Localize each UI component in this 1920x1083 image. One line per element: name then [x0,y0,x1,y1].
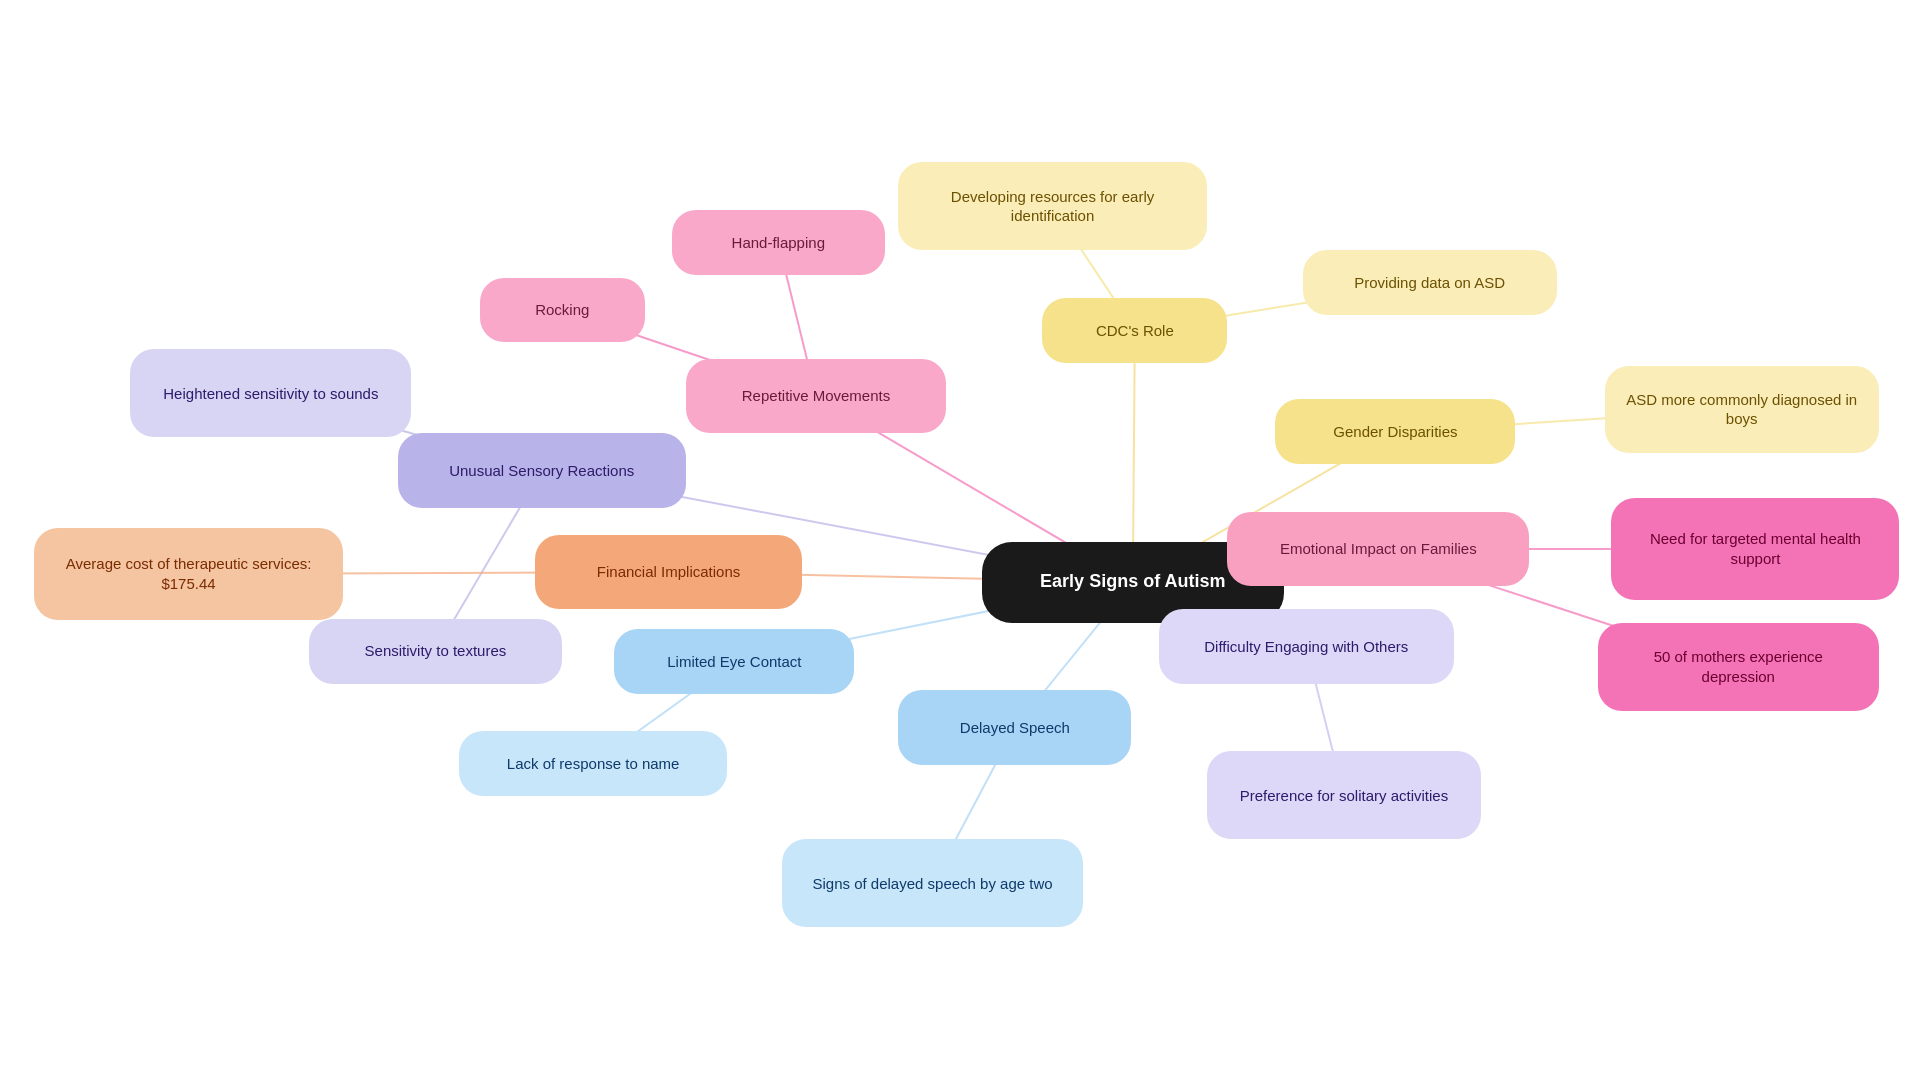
node-avg-cost: Average cost of therapeutic services: $1… [34,528,343,620]
node-providing-data: Providing data on ASD [1303,250,1557,315]
node-limited-eye: Limited Eye Contact [614,629,854,694]
node-sensitivity-sounds: Heightened sensitivity to sounds [130,349,411,437]
node-need-mental: Need for targeted mental health support [1611,498,1899,600]
node-repetitive: Repetitive Movements [686,359,947,433]
node-rocking: Rocking [480,278,645,343]
node-preference-solitary: Preference for solitary activities [1207,751,1481,839]
node-delayed-speech: Delayed Speech [898,690,1131,764]
mind-map: Early Signs of AutismRepetitive Movement… [0,0,1920,1083]
node-signs-delayed: Signs of delayed speech by age two [782,839,1084,927]
node-sensitivity-textures: Sensitivity to textures [309,619,563,684]
node-unusual-sensory: Unusual Sensory Reactions [398,433,686,507]
node-difficulty-engaging: Difficulty Engaging with Others [1159,609,1454,683]
node-asd-boys: ASD more commonly diagnosed in boys [1605,366,1879,454]
node-financial: Financial Implications [535,535,802,609]
node-gender-disparities: Gender Disparities [1275,399,1515,464]
node-developing-resources: Developing resources for early identific… [898,162,1207,250]
node-hand-flapping: Hand-flapping [672,210,885,275]
node-mothers-depression: 50 of mothers experience depression [1598,623,1879,711]
node-lack-response: Lack of response to name [459,731,726,796]
node-cdcs-role: CDC's Role [1042,298,1227,363]
node-emotional-impact: Emotional Impact on Families [1227,512,1529,586]
